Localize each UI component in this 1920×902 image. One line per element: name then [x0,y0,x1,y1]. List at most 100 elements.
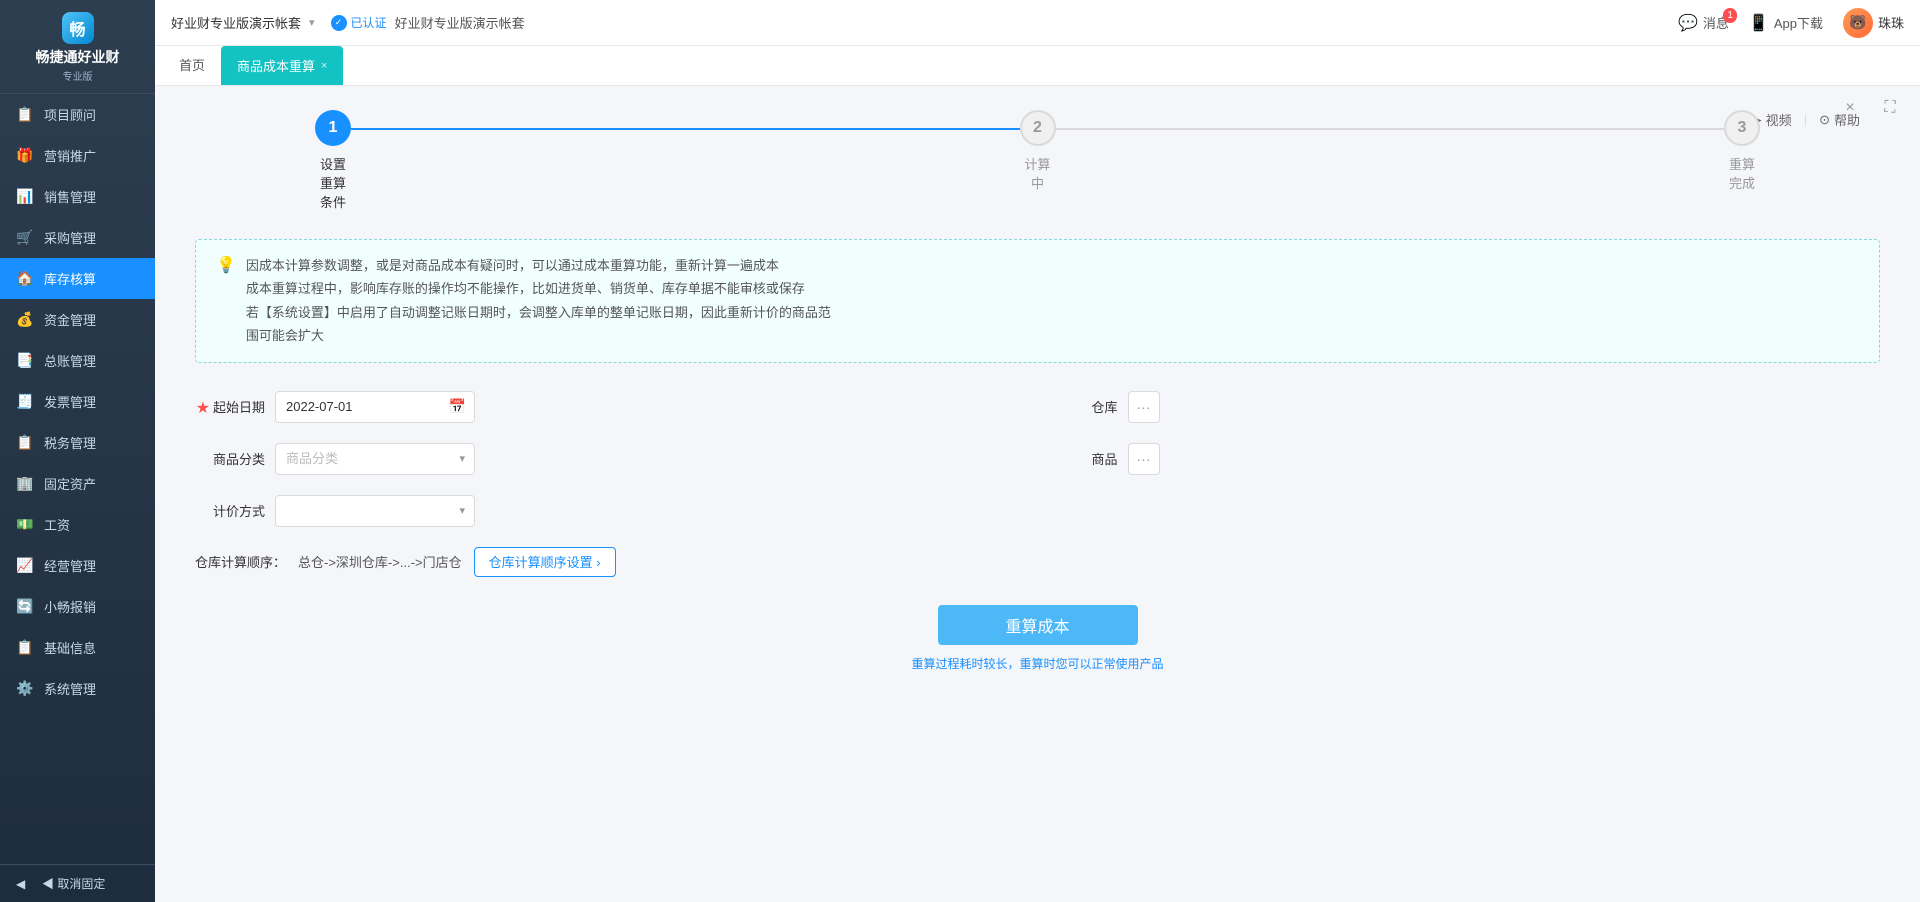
sidebar-item-expense[interactable]: 🔄 小畅报销 [0,586,155,627]
form: ★ 起始日期 2022-07-01 📅 仓库 ··· [195,391,1880,577]
product-label: 商品 [1078,449,1118,468]
salary-icon: 💵 [16,515,34,533]
sidebar-item-operation[interactable]: 📈 经营管理 [0,545,155,586]
lightbulb-icon: 💡 [216,255,236,275]
tab-recalc[interactable]: 商品成本重算 × [221,46,343,85]
sidebar-item-sales[interactable]: 📊 销售管理 [0,176,155,217]
tab-home-label: 首页 [179,55,205,74]
sidebar: 畅 畅捷通好业财 专业版 📋 项目顾问 🎁 营销推广 📊 销售管理 🛒 采购管理… [0,0,155,902]
logo-icon: 畅 [62,12,94,44]
sidebar-item-salary[interactable]: 💵 工资 [0,504,155,545]
info-line-3: 若【系统设置】中启用了自动调整记账日期时，会调整入库单的整单记账日期，因此重新计… [246,301,831,324]
info-line-4: 围可能会扩大 [246,324,831,347]
expense-icon: 🔄 [16,597,34,615]
warehouse-order-row: 仓库计算顺序： 总仓->深圳仓库->...->门店仓 仓库计算顺序设置 › [195,547,1880,577]
operation-icon: 📈 [16,556,34,574]
finance-icon: 💰 [16,310,34,328]
invoice-icon: 🧾 [16,392,34,410]
form-group-product: 商品 ··· [1078,443,1881,475]
warehouse-order-settings-button[interactable]: 仓库计算顺序设置 › [474,547,616,577]
sidebar-item-project[interactable]: 📋 项目顾问 [0,94,155,135]
sidebar-item-accounting[interactable]: 📑 总账管理 [0,340,155,381]
sidebar-item-label: 系统管理 [44,679,96,698]
sidebar-item-system[interactable]: ⚙️ 系统管理 [0,668,155,709]
logo-title: 畅捷通好业财 [36,48,120,68]
app-download-button[interactable]: 📱 App下载 [1749,13,1823,33]
tab-bar: 首页 商品成本重算 × [155,46,1920,86]
step-2: 2 计算中 [1020,110,1056,192]
step-connector-1 [351,128,1020,130]
marketing-icon: 🎁 [16,146,34,164]
user-profile[interactable]: 🐻 珠珠 [1843,8,1904,38]
warehouse-order-prefix: 仓库计算顺序： [195,552,286,571]
date-input[interactable]: 2022-07-01 📅 [275,391,475,423]
account-full-name: 好业财专业版演示帐套 [395,13,525,32]
expand-button[interactable]: ⛶ [1876,94,1904,122]
purchase-icon: 🛒 [16,228,34,246]
recalc-button[interactable]: 重算成本 [938,605,1138,645]
project-icon: 📋 [16,105,34,123]
inventory-icon: 🏠 [16,269,34,287]
sidebar-item-label: 发票管理 [44,392,96,411]
sidebar-item-marketing[interactable]: 🎁 营销推广 [0,135,155,176]
tab-close-icon[interactable]: × [321,60,327,72]
pricing-select[interactable] [275,495,475,527]
system-icon: ⚙️ [16,679,34,697]
sidebar-item-label: 小畅报销 [44,597,96,616]
info-box: 💡 因成本计算参数调整，或是对商品成本有疑问时，可以通过成本重算功能，重新计算一… [195,239,1880,363]
tab-recalc-label: 商品成本重算 [237,56,315,75]
warehouse-select-button[interactable]: ··· [1128,391,1160,423]
sidebar-item-label: 销售管理 [44,187,96,206]
content-area: × ⛶ ▶ 视频 | ⊙ 帮助 1 设置重算条件 2 计算中 [155,86,1920,902]
step-1-label: 设置重算条件 [315,154,351,211]
header-right: 💬 消息 1 📱 App下载 🐻 珠珠 [1678,8,1904,38]
sidebar-item-label: 项目顾问 [44,105,96,124]
avatar: 🐻 [1843,8,1873,38]
message-button[interactable]: 💬 消息 1 [1678,13,1729,33]
sidebar-item-assets[interactable]: 🏢 固定资产 [0,463,155,504]
sidebar-item-tax[interactable]: 📋 税务管理 [0,422,155,463]
form-group-date: ★ 起始日期 2022-07-01 📅 [195,391,998,423]
step-2-circle: 2 [1020,110,1056,146]
date-input-wrapper: 2022-07-01 📅 [275,391,475,423]
date-value: 2022-07-01 [286,399,353,414]
sidebar-item-finance[interactable]: 💰 资金管理 [0,299,155,340]
sidebar-item-label: 税务管理 [44,433,96,452]
sidebar-item-basic[interactable]: 📋 基础信息 [0,627,155,668]
sidebar-item-invoice[interactable]: 🧾 发票管理 [0,381,155,422]
calendar-icon[interactable]: 📅 [449,398,466,415]
required-star: ★ [196,400,213,415]
verified-badge: ✓ 已认证 [331,14,387,31]
sidebar-item-inventory[interactable]: 🏠 库存核算 [0,258,155,299]
sidebar-item-label: 固定资产 [44,474,96,493]
step-1: 1 设置重算条件 [315,110,351,211]
category-select[interactable]: 商品分类 [275,443,475,475]
sidebar-item-label: 总账管理 [44,351,96,370]
sales-icon: 📊 [16,187,34,205]
accounting-icon: 📑 [16,351,34,369]
sidebar-unpin[interactable]: ◀ ◀ 取消固定 [0,864,155,902]
warehouse-order-btn-label: 仓库计算顺序设置 › [489,552,601,571]
account-selector[interactable]: 好业财专业版演示帐套 ▾ [171,13,315,32]
pricing-label: 计价方式 [195,501,265,520]
phone-icon: 📱 [1749,13,1769,33]
header: 好业财专业版演示帐套 ▾ ✓ 已认证 好业财专业版演示帐套 💬 消息 1 📱 A… [155,0,1920,46]
sidebar-item-purchase[interactable]: 🛒 采购管理 [0,217,155,258]
shield-icon: ✓ [331,15,347,31]
logo-subtitle: 专业版 [63,68,93,83]
step-3-label: 重算完成 [1724,154,1760,192]
info-line-2: 成本重算过程中，影响库存账的操作均不能操作，比如进货单、销货单、库存单据不能审核… [246,277,831,300]
step-2-label: 计算中 [1020,154,1056,192]
sidebar-item-label: 经营管理 [44,556,96,575]
sidebar-nav: 📋 项目顾问 🎁 营销推广 📊 销售管理 🛒 采购管理 🏠 库存核算 💰 资金管… [0,94,155,864]
product-select-button[interactable]: ··· [1128,443,1160,475]
account-name: 好业财专业版演示帐套 [171,13,301,32]
warehouse-order-value: 总仓->深圳仓库->...->门店仓 [298,552,462,571]
warehouse-label: 仓库 [1078,397,1118,416]
step-connector-2 [1056,128,1725,130]
unpin-icon: ◀ [16,877,34,891]
main-area: 好业财专业版演示帐套 ▾ ✓ 已认证 好业财专业版演示帐套 💬 消息 1 📱 A… [155,0,1920,902]
form-group-warehouse: 仓库 ··· [1078,391,1881,423]
tab-home[interactable]: 首页 [163,46,221,85]
sidebar-item-label: 基础信息 [44,638,96,657]
